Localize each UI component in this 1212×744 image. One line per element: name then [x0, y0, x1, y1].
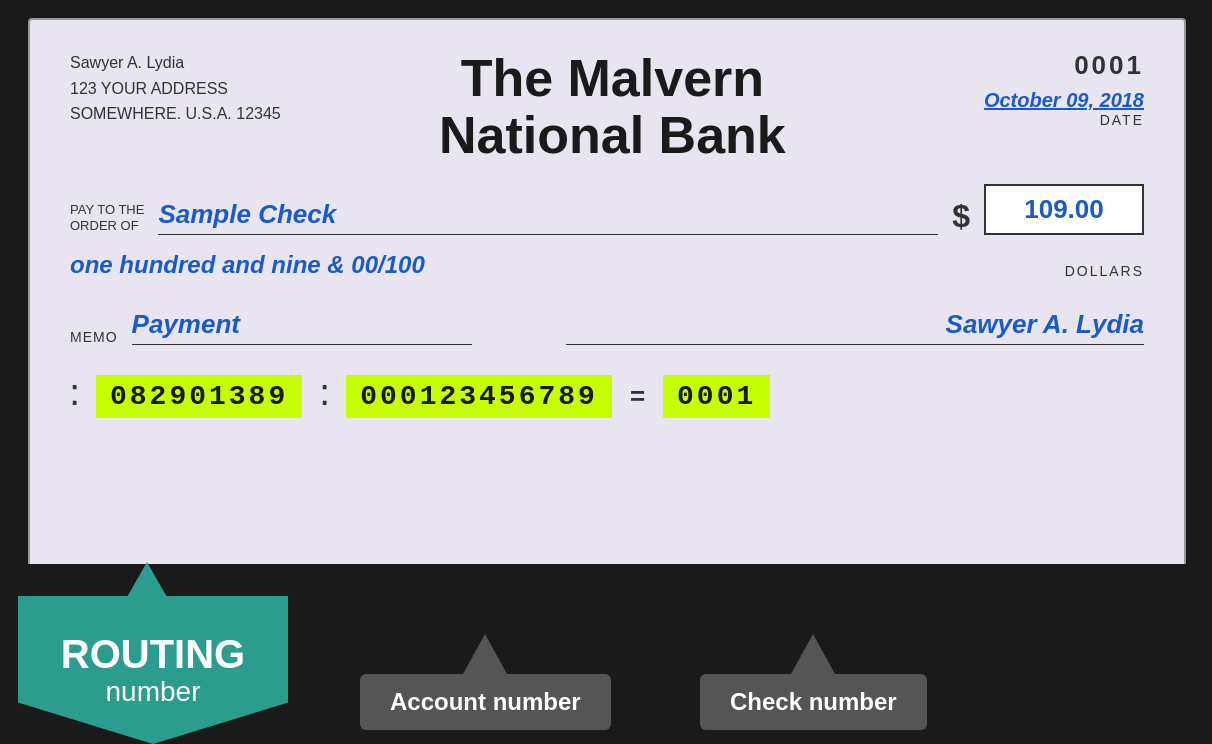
check-number-label: Check number	[700, 674, 927, 730]
micr-prefix-symbol: ⁚	[70, 381, 78, 412]
micr-account-suffix-symbol: =	[630, 381, 645, 412]
check-arrow-up	[791, 634, 835, 674]
routing-subtitle: number	[106, 676, 201, 708]
pay-to-label: PAY TO THEORDER OF	[70, 202, 144, 236]
memo-line: Payment	[132, 309, 472, 345]
address-block: Sawyer A. Lydia 123 YOUR ADDRESS SOMEWHE…	[70, 50, 281, 127]
micr-suffix-symbol: ⁚	[320, 381, 328, 412]
memo-label: MEMO	[70, 329, 118, 345]
payee-name: Sample Check	[158, 199, 336, 229]
check-top: Sawyer A. Lydia 123 YOUR ADDRESS SOMEWHE…	[70, 50, 1144, 164]
date-label: DATE	[944, 112, 1144, 128]
amount-words: one hundred and nine & 00/100	[70, 251, 425, 279]
micr-check-number: 0001	[663, 375, 770, 418]
routing-label-box: ROUTING number	[18, 596, 288, 744]
account-number-label-group: Account number	[360, 634, 611, 730]
signature-value: Sawyer A. Lydia	[946, 309, 1144, 340]
pay-section: PAY TO THEORDER OF Sample Check $ 109.00	[70, 184, 1144, 235]
dollars-label: DOLLARS	[1065, 263, 1144, 279]
dollar-sign: $	[952, 198, 970, 235]
check-inner: Sawyer A. Lydia 123 YOUR ADDRESS SOMEWHE…	[30, 20, 1184, 576]
payee-line: Sample Check	[158, 199, 938, 235]
account-arrow-up	[463, 634, 507, 674]
micr-line: ⁚ 082901389 ⁚ 000123456789 = 0001	[70, 375, 1144, 418]
top-right: 0001 October 09, 2018 DATE	[944, 50, 1144, 128]
check-container: Sawyer A. Lydia 123 YOUR ADDRESS SOMEWHE…	[28, 18, 1186, 578]
bottom-bar: ROUTING number Account number Check numb…	[0, 564, 1212, 744]
amount-numeric: 109.00	[984, 184, 1144, 235]
account-number-label: Account number	[360, 674, 611, 730]
amount-words-section: one hundred and nine & 00/100 DOLLARS	[70, 251, 1144, 279]
memo-value: Payment	[132, 309, 240, 339]
signature-line: Sawyer A. Lydia	[566, 309, 1144, 345]
account-holder-name: Sawyer A. Lydia	[70, 50, 281, 76]
address-line1: 123 YOUR ADDRESS	[70, 76, 281, 102]
date-value: October 09, 2018	[944, 89, 1144, 112]
routing-title: ROUTING	[61, 632, 245, 676]
routing-number: 082901389	[96, 375, 302, 418]
account-number: 000123456789	[346, 375, 612, 418]
bank-name: The MalvernNational Bank	[281, 50, 944, 164]
address-line2: SOMEWHERE. U.S.A. 12345	[70, 101, 281, 127]
memo-section: MEMO Payment Sawyer A. Lydia	[70, 309, 1144, 345]
check-number-label-group: Check number	[700, 634, 927, 730]
check-number-display: 0001	[944, 50, 1144, 81]
